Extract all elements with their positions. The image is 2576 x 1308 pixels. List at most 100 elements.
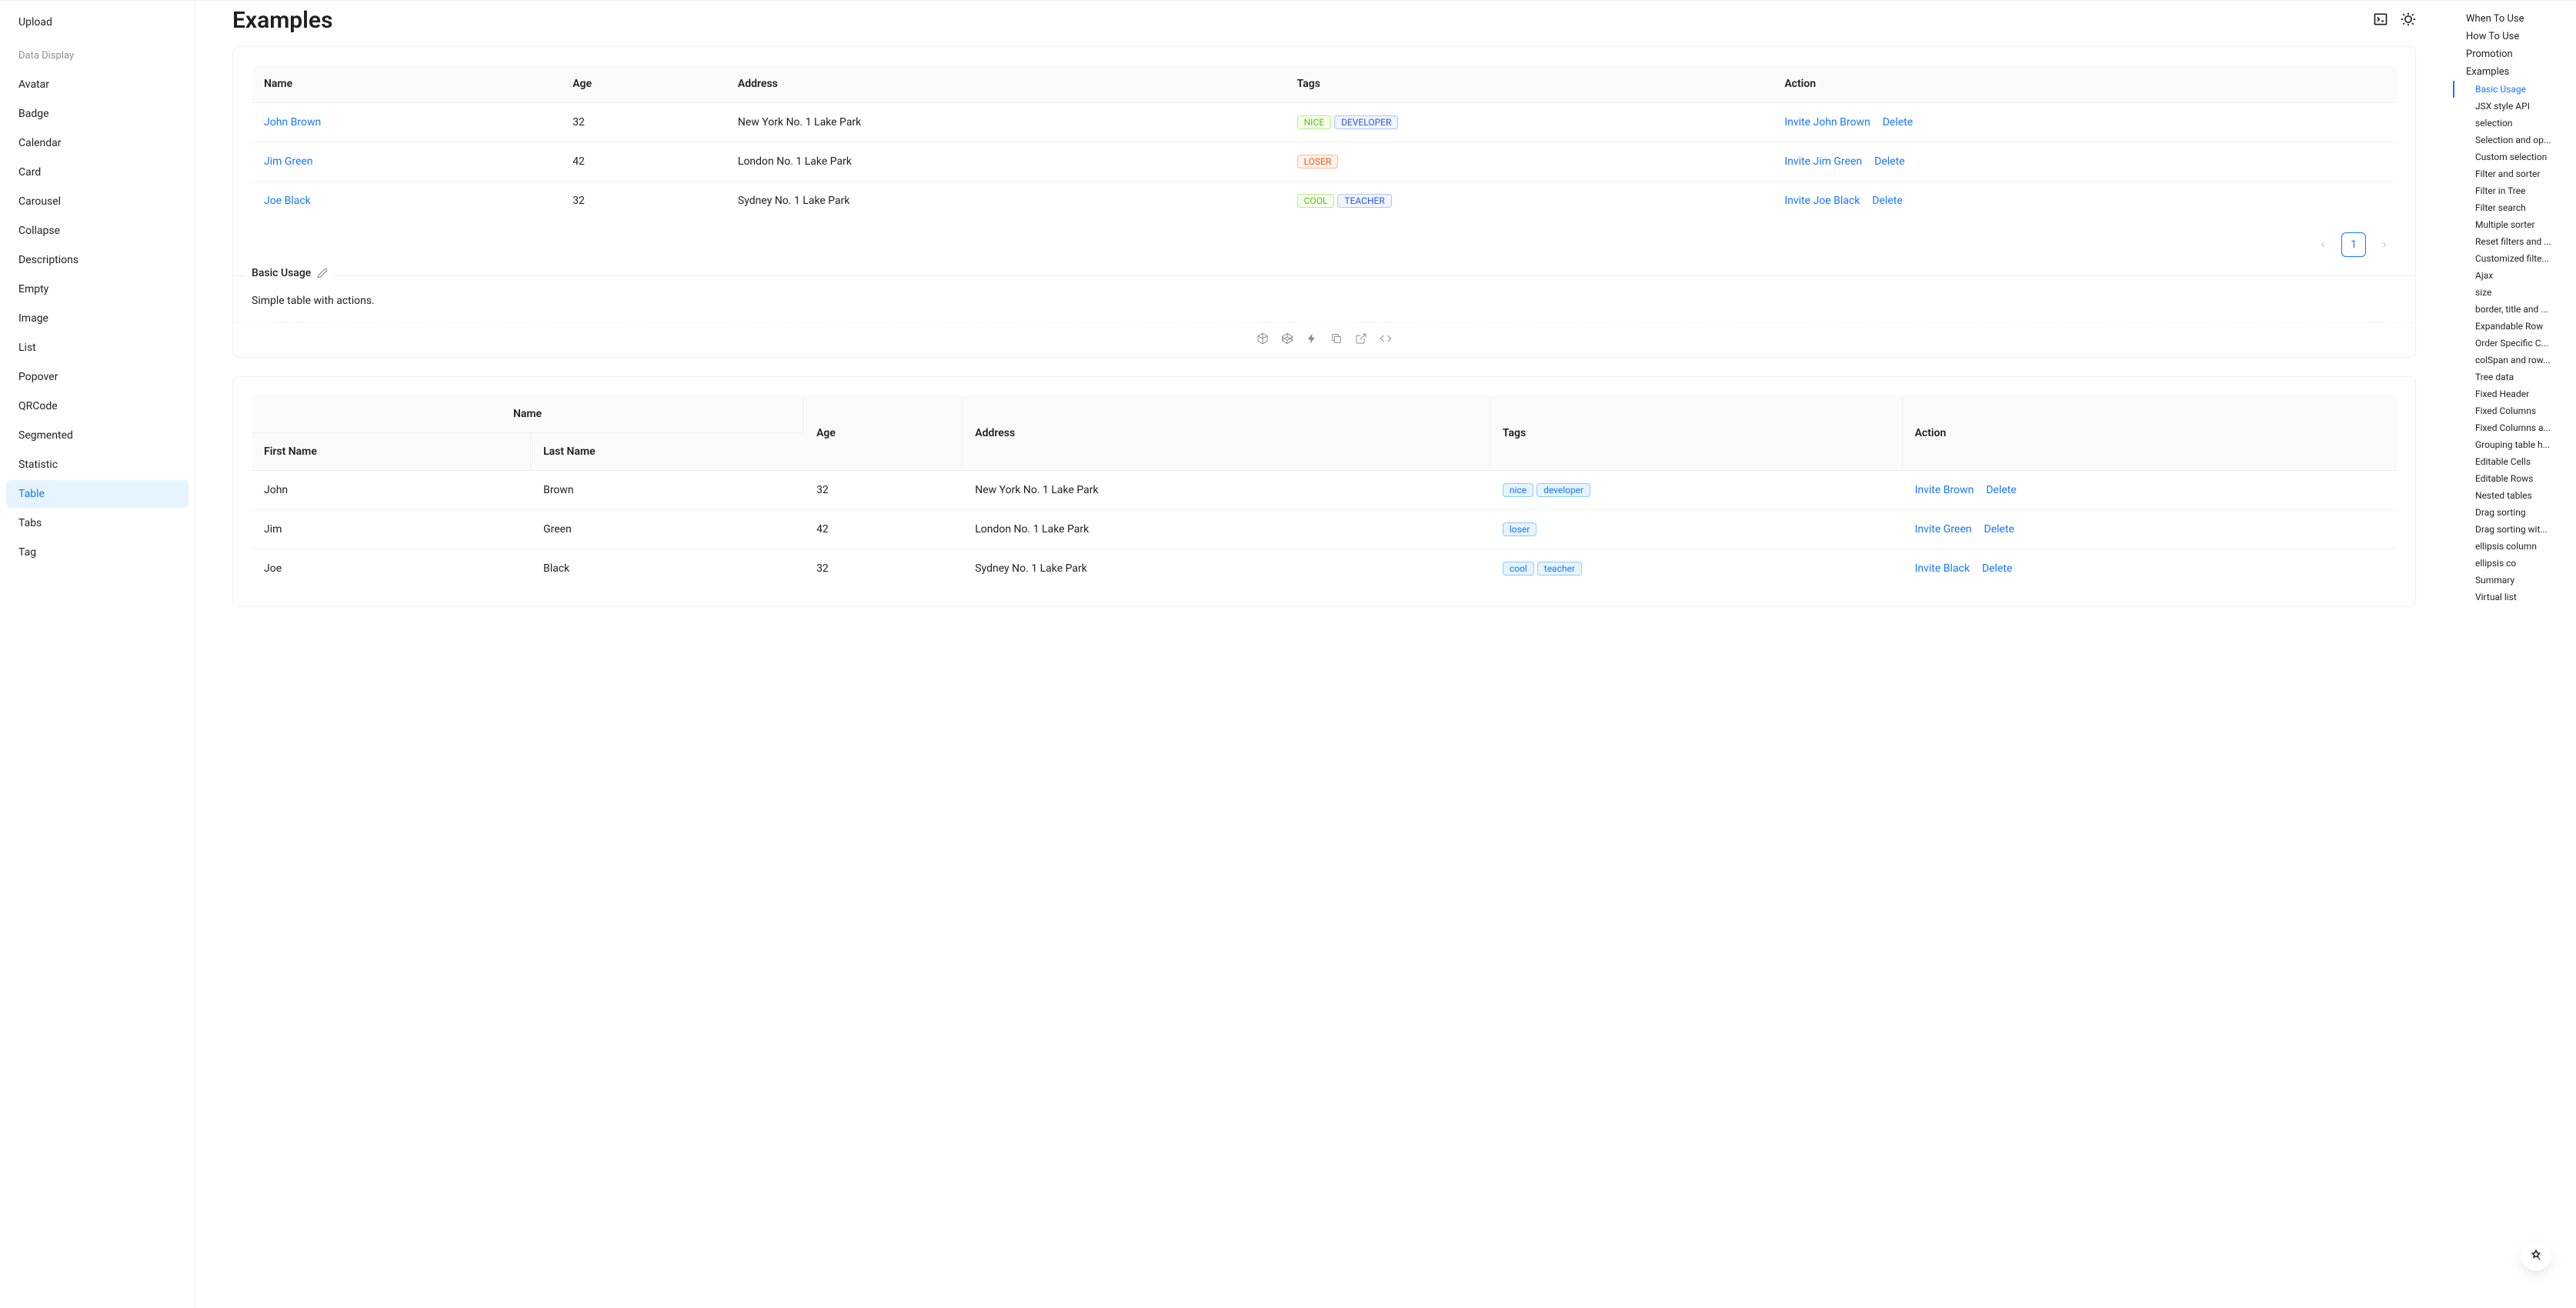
pagination: 1 [252, 220, 2397, 257]
column-header: Name [252, 65, 560, 103]
sidebar-item-empty[interactable]: Empty [6, 275, 189, 303]
toc-item[interactable]: Promotion [2454, 45, 2570, 63]
toc-subitem[interactable]: Editable Cells [2454, 453, 2570, 470]
toc-subitem[interactable]: Nested tables [2454, 487, 2570, 504]
toc-subitem[interactable]: Customized filte... [2454, 250, 2570, 267]
codesandbox-icon[interactable] [1256, 332, 1269, 348]
cell-age: 32 [804, 549, 963, 588]
toc-subitem[interactable]: Grouping table h... [2454, 436, 2570, 453]
delete-link[interactable]: Delete [1986, 484, 2016, 496]
sidebar-item-collapse[interactable]: Collapse [6, 217, 189, 245]
cell-tags: NICEDEVELOPER [1285, 103, 1773, 142]
invite-link[interactable]: Invite Joe Black [1784, 195, 1860, 207]
cell-address: London No. 1 Lake Park [963, 510, 1490, 549]
sidebar-item-table[interactable]: Table [6, 480, 189, 508]
toc-subitem[interactable]: selection [2454, 115, 2570, 132]
tag: COOL [1297, 194, 1335, 208]
cell-address: Sydney No. 1 Lake Park [726, 182, 1285, 220]
sidebar-item-card[interactable]: Card [6, 158, 189, 186]
toc-subitem[interactable]: Order Specific C... [2454, 335, 2570, 352]
toc-subitem[interactable]: Editable Rows [2454, 470, 2570, 487]
toc-subitem[interactable]: size [2454, 284, 2570, 301]
sidebar-item-qrcode[interactable]: QRCode [6, 392, 189, 420]
toc-subitem[interactable]: Fixed Columns [2454, 402, 2570, 419]
bug-icon[interactable] [2401, 12, 2416, 30]
invite-link[interactable]: Invite Jim Green [1784, 155, 1862, 168]
toc-subitem[interactable]: Drag sorting [2454, 504, 2570, 521]
toc-subitem[interactable]: colSpan and row... [2454, 352, 2570, 369]
toc-subitem[interactable]: Expandable Row [2454, 318, 2570, 335]
sidebar-item-tag[interactable]: Tag [6, 539, 189, 566]
delete-link[interactable]: Delete [1982, 562, 2012, 575]
toc-subitem[interactable]: Basic Usage [2453, 81, 2570, 98]
sidebar-item-list[interactable]: List [6, 334, 189, 362]
external-link-icon[interactable] [1355, 332, 1367, 348]
invite-link[interactable]: Invite Brown [1915, 484, 1974, 496]
toc-subitem[interactable]: Fixed Columns a... [2454, 419, 2570, 436]
sidebar-item-statistic[interactable]: Statistic [6, 451, 189, 479]
toc-subitem[interactable]: Ajax [2454, 267, 2570, 284]
table-row: Jim Green 42 London No. 1 Lake Park lose… [252, 510, 2397, 549]
float-button[interactable] [2521, 1240, 2551, 1271]
main-content: Examples NameAgeAddressTagsAction John B… [195, 1, 2453, 1308]
sidebar-item-carousel[interactable]: Carousel [6, 188, 189, 215]
pagination-page-1[interactable]: 1 [2341, 232, 2366, 257]
toc-subitem[interactable]: ellipsis column [2454, 538, 2570, 555]
toc-item[interactable]: When To Use [2454, 10, 2570, 28]
edit-icon[interactable] [317, 268, 328, 279]
sidebar-item-avatar[interactable]: Avatar [6, 71, 189, 98]
code-icon[interactable] [1380, 332, 1392, 348]
toc-subitem[interactable]: Multiple sorter [2454, 216, 2570, 233]
toc-subitem[interactable]: Filter and sorter [2454, 165, 2570, 182]
copy-icon[interactable] [1330, 332, 1343, 348]
toc-subitem[interactable]: Reset filters and ... [2454, 233, 2570, 250]
toc-item[interactable]: How To Use [2454, 28, 2570, 45]
toc-subitem[interactable]: Tree data [2454, 369, 2570, 385]
cell-age: 42 [560, 142, 726, 182]
sidebar: Upload Data Display AvatarBadgeCalendarC… [0, 1, 195, 1308]
sidebar-item-popover[interactable]: Popover [6, 363, 189, 391]
tag: teacher [1537, 562, 1582, 576]
delete-link[interactable]: Delete [1984, 523, 2014, 536]
name-link[interactable]: Jim Green [264, 155, 313, 168]
toc-subitem[interactable]: Virtual list [2454, 589, 2570, 606]
toc-subitem[interactable]: Custom selection [2454, 148, 2570, 165]
sidebar-item-descriptions[interactable]: Descriptions [6, 246, 189, 274]
table-basic: NameAgeAddressTagsAction John Brown 32 N… [252, 65, 2397, 220]
tag: cool [1503, 562, 1534, 576]
tag: TEACHER [1337, 194, 1391, 208]
invite-link[interactable]: Invite John Brown [1784, 116, 1870, 128]
sidebar-item-badge[interactable]: Badge [6, 100, 189, 128]
stackblitz-icon[interactable] [1306, 332, 1318, 348]
name-link[interactable]: Joe Black [264, 195, 311, 207]
codepen-icon[interactable] [1281, 332, 1293, 348]
sidebar-item-upload[interactable]: Upload [6, 8, 189, 36]
toc-subitem[interactable]: ellipsis co [2454, 555, 2570, 572]
terminal-icon[interactable] [2373, 12, 2388, 30]
toc-subitem[interactable]: Filter search [2454, 199, 2570, 216]
toc-subitem[interactable]: Selection and op... [2454, 132, 2570, 148]
invite-link[interactable]: Invite Green [1915, 523, 1972, 536]
toc-item[interactable]: Examples [2454, 63, 2570, 81]
sidebar-item-calendar[interactable]: Calendar [6, 129, 189, 157]
toc-subitem[interactable]: Summary [2454, 572, 2570, 589]
column-header: Tags [1285, 65, 1773, 103]
pagination-prev[interactable] [2311, 232, 2335, 257]
tag: nice [1503, 483, 1533, 497]
toc-subitem[interactable]: JSX style API [2454, 98, 2570, 115]
toc-subitem[interactable]: Filter in Tree [2454, 182, 2570, 199]
sidebar-item-tabs[interactable]: Tabs [6, 509, 189, 537]
delete-link[interactable]: Delete [1883, 116, 1913, 128]
sidebar-item-image[interactable]: Image [6, 305, 189, 332]
toc-subitem[interactable]: border, title and ... [2454, 301, 2570, 318]
delete-link[interactable]: Delete [1872, 195, 1902, 207]
invite-link[interactable]: Invite Black [1915, 562, 1970, 575]
pagination-next[interactable] [2372, 232, 2397, 257]
toc-subitem[interactable]: Drag sorting wit... [2454, 521, 2570, 538]
column-header: Action [1772, 65, 2397, 103]
name-link[interactable]: John Brown [264, 116, 321, 128]
sidebar-item-segmented[interactable]: Segmented [6, 422, 189, 449]
delete-link[interactable]: Delete [1874, 155, 1904, 168]
table-row: Joe Black 32 Sydney No. 1 Lake Park COOL… [252, 182, 2397, 220]
toc-subitem[interactable]: Fixed Header [2454, 385, 2570, 402]
